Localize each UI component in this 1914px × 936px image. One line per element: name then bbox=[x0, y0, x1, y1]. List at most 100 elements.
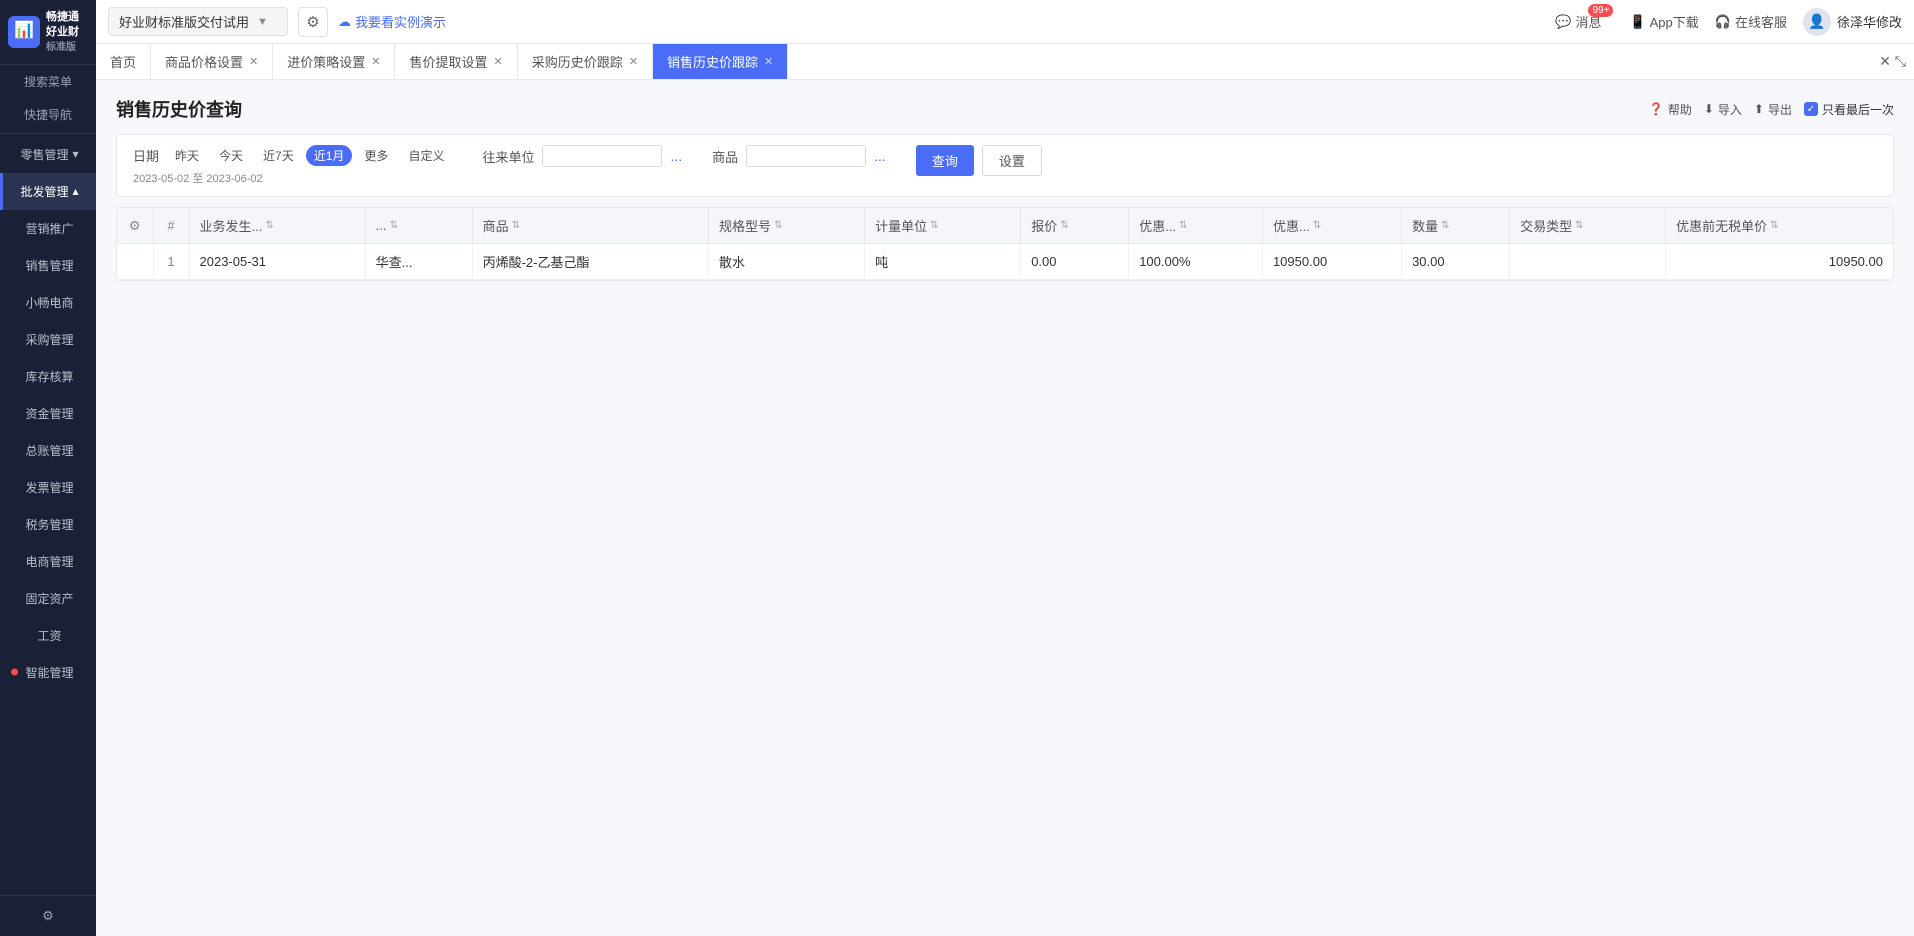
data-table: ⚙ # 业务发生... ⇅ ... ⇅ bbox=[116, 207, 1894, 281]
sidebar-item-sales[interactable]: 销售管理 bbox=[0, 247, 96, 284]
goods-more-btn[interactable]: ... bbox=[874, 148, 886, 164]
row-spec-cell: 散水 bbox=[709, 244, 865, 280]
sidebar-item-ecom2[interactable]: 电商管理 bbox=[0, 543, 96, 580]
col-qty-label: 数量 bbox=[1412, 216, 1438, 235]
from-unit-input[interactable] bbox=[542, 145, 662, 167]
col-settings: ⚙ bbox=[117, 208, 153, 244]
tab-purchase-strategy[interactable]: 进价策略设置 ✕ bbox=[273, 44, 395, 79]
sort-icon: ⇅ bbox=[1575, 220, 1583, 231]
tab-home[interactable]: 首页 bbox=[96, 44, 151, 79]
sidebar-item-smart[interactable]: 智能管理 bbox=[0, 654, 96, 691]
main-content: 好业财标准版交付试用 ▼ ⚙ ☁ 我要看实例演示 💬 消息 99+ 📱 App下… bbox=[96, 0, 1914, 936]
date-yesterday[interactable]: 昨天 bbox=[167, 145, 207, 166]
import-btn[interactable]: ⬇ 导入 bbox=[1704, 101, 1742, 118]
sidebar-item-finance[interactable]: 资金管理 bbox=[0, 395, 96, 432]
sidebar-item-invoice[interactable]: 发票管理 bbox=[0, 469, 96, 506]
sort-icon: ⇅ bbox=[265, 220, 273, 231]
headset-icon: 🎧 bbox=[1715, 14, 1731, 30]
tab-sale-extract[interactable]: 售价提取设置 ✕ bbox=[395, 44, 517, 79]
topbar-settings-btn[interactable]: ⚙ bbox=[298, 7, 328, 37]
col-discount2: 优惠... ⇅ bbox=[1262, 208, 1401, 244]
sidebar-item-assets[interactable]: 固定资产 bbox=[0, 580, 96, 617]
workspace-selector[interactable]: 好业财标准版交付试用 ▼ bbox=[108, 7, 288, 36]
tabs-close-window-btn[interactable]: ✕ ⤡ bbox=[1871, 53, 1914, 70]
sidebar-item-wholesale[interactable]: 批发管理 ▴ bbox=[0, 173, 96, 210]
date-last7[interactable]: 近7天 bbox=[255, 145, 302, 166]
row-pretax-price: 10950.00 bbox=[1829, 254, 1883, 269]
sort-icon: ⇅ bbox=[1179, 220, 1187, 231]
sidebar-search[interactable]: 搜索菜单 bbox=[0, 65, 96, 98]
sidebar-item-purchase[interactable]: 采购管理 bbox=[0, 321, 96, 358]
sort-icon: ⇅ bbox=[1060, 220, 1068, 231]
sidebar-shortcut[interactable]: 快捷导航 bbox=[0, 98, 96, 131]
tab-sales-history-close-icon[interactable]: ✕ bbox=[764, 55, 773, 68]
row-discount1: 100.00% bbox=[1139, 254, 1190, 269]
help-btn[interactable]: ❓ 帮助 bbox=[1649, 101, 1692, 118]
table: ⚙ # 业务发生... ⇅ ... ⇅ bbox=[117, 208, 1893, 280]
sidebar-item-inventory[interactable]: 库存核算 bbox=[0, 358, 96, 395]
tab-sale-extract-close-icon[interactable]: ✕ bbox=[494, 55, 503, 68]
tab-purchase-strategy-label: 进价策略设置 bbox=[287, 52, 365, 71]
sidebar-item-payroll[interactable]: 工资 bbox=[0, 617, 96, 654]
row-biz-date: 2023-05-31 bbox=[200, 254, 267, 269]
sidebar-item-tax[interactable]: 税务管理 bbox=[0, 506, 96, 543]
date-filter-group: 日期 昨天 今天 近7天 近1月 更多 自定义 bbox=[133, 145, 452, 166]
query-btn[interactable]: 查询 bbox=[916, 145, 974, 176]
sort-icon: ⇅ bbox=[774, 220, 782, 231]
row-price-cell: 0.00 bbox=[1021, 244, 1129, 280]
app-download-btn[interactable]: 📱 App下载 bbox=[1629, 12, 1698, 31]
demo-btn[interactable]: ☁ 我要看实例演示 bbox=[338, 12, 446, 31]
date-custom[interactable]: 自定义 bbox=[400, 145, 452, 166]
user-menu[interactable]: 👤 徐泽华修改 bbox=[1803, 8, 1902, 36]
sort-icon: ⇅ bbox=[1770, 220, 1778, 231]
col-unit-label: 计量单位 bbox=[875, 216, 927, 235]
goods-input[interactable] bbox=[746, 145, 866, 167]
table-header-row: ⚙ # 业务发生... ⇅ ... ⇅ bbox=[117, 208, 1893, 244]
sidebar-item-retail[interactable]: 零售管理 ▾ bbox=[0, 136, 96, 173]
goods-label: 商品 bbox=[712, 147, 738, 166]
tab-price-close-icon[interactable]: ✕ bbox=[249, 55, 258, 68]
user-name: 徐泽华修改 bbox=[1837, 12, 1902, 31]
sidebar-item-ledger[interactable]: 总账管理 bbox=[0, 432, 96, 469]
import-label: 导入 bbox=[1718, 101, 1742, 118]
row-discount2: 10950.00 bbox=[1273, 254, 1327, 269]
online-service-label: 在线客服 bbox=[1735, 12, 1787, 31]
tab-purchase-history[interactable]: 采购历史价跟踪 ✕ bbox=[518, 44, 653, 79]
tabs-bar: 首页 商品价格设置 ✕ 进价策略设置 ✕ 售价提取设置 ✕ 采购历史价跟踪 ✕ … bbox=[96, 44, 1914, 80]
tab-purchase-strategy-close-icon[interactable]: ✕ bbox=[371, 55, 380, 68]
col-discount2-label: 优惠... bbox=[1273, 216, 1310, 235]
filter-settings-btn[interactable]: 设置 bbox=[982, 145, 1042, 176]
messages-btn[interactable]: 💬 消息 99+ bbox=[1555, 12, 1601, 31]
from-unit-more-btn[interactable]: ... bbox=[670, 148, 682, 164]
goods-filter: 商品 ... bbox=[712, 145, 886, 167]
app-download-label: App下载 bbox=[1650, 12, 1699, 31]
sort-icon: ⇅ bbox=[1313, 220, 1321, 231]
only-last-checkbox[interactable]: ✓ 只看最后一次 bbox=[1804, 101, 1894, 118]
col-discount1-label: 优惠... bbox=[1139, 216, 1176, 235]
sidebar: 📊 畅捷通好业财 标准版 搜索菜单 快捷导航 零售管理 ▾ 批发管理 ▴ 营销推… bbox=[0, 0, 96, 936]
demo-icon: ☁ bbox=[338, 14, 351, 30]
checkbox-checked-icon: ✓ bbox=[1804, 102, 1818, 116]
row-goods-cell: 丙烯酸-2-乙基己酯 bbox=[472, 244, 708, 280]
tab-purchase-history-close-icon[interactable]: ✕ bbox=[629, 55, 638, 68]
sidebar-settings-btn[interactable]: ⚙ bbox=[0, 895, 96, 936]
sidebar-item-marketing[interactable]: 营销推广 bbox=[0, 210, 96, 247]
tab-sales-history[interactable]: 销售历史价跟踪 ✕ bbox=[653, 44, 788, 79]
date-more[interactable]: 更多 bbox=[356, 145, 396, 166]
date-label: 日期 bbox=[133, 146, 159, 165]
export-btn[interactable]: ⬆ 导出 bbox=[1754, 101, 1792, 118]
tab-price[interactable]: 商品价格设置 ✕ bbox=[151, 44, 273, 79]
sidebar-item-ecom[interactable]: 小畅电商 bbox=[0, 284, 96, 321]
date-last1m[interactable]: 近1月 bbox=[306, 145, 353, 166]
page-actions: ❓ 帮助 ⬇ 导入 ⬆ 导出 ✓ 只看最后一次 bbox=[1649, 101, 1894, 118]
export-label: 导出 bbox=[1768, 101, 1792, 118]
col-pretax-price-label: 优惠前无税单价 bbox=[1676, 216, 1767, 235]
online-service-btn[interactable]: 🎧 在线客服 bbox=[1715, 12, 1787, 31]
app-logo: 📊 畅捷通好业财 标准版 bbox=[0, 0, 96, 65]
row-spec: 散水 bbox=[719, 255, 745, 270]
col-settings-icon[interactable]: ⚙ bbox=[129, 218, 141, 233]
sort-icon: ⇅ bbox=[512, 220, 520, 231]
date-today[interactable]: 今天 bbox=[211, 145, 251, 166]
row-unit: 吨 bbox=[875, 255, 888, 270]
tab-sale-extract-label: 售价提取设置 bbox=[409, 52, 487, 71]
